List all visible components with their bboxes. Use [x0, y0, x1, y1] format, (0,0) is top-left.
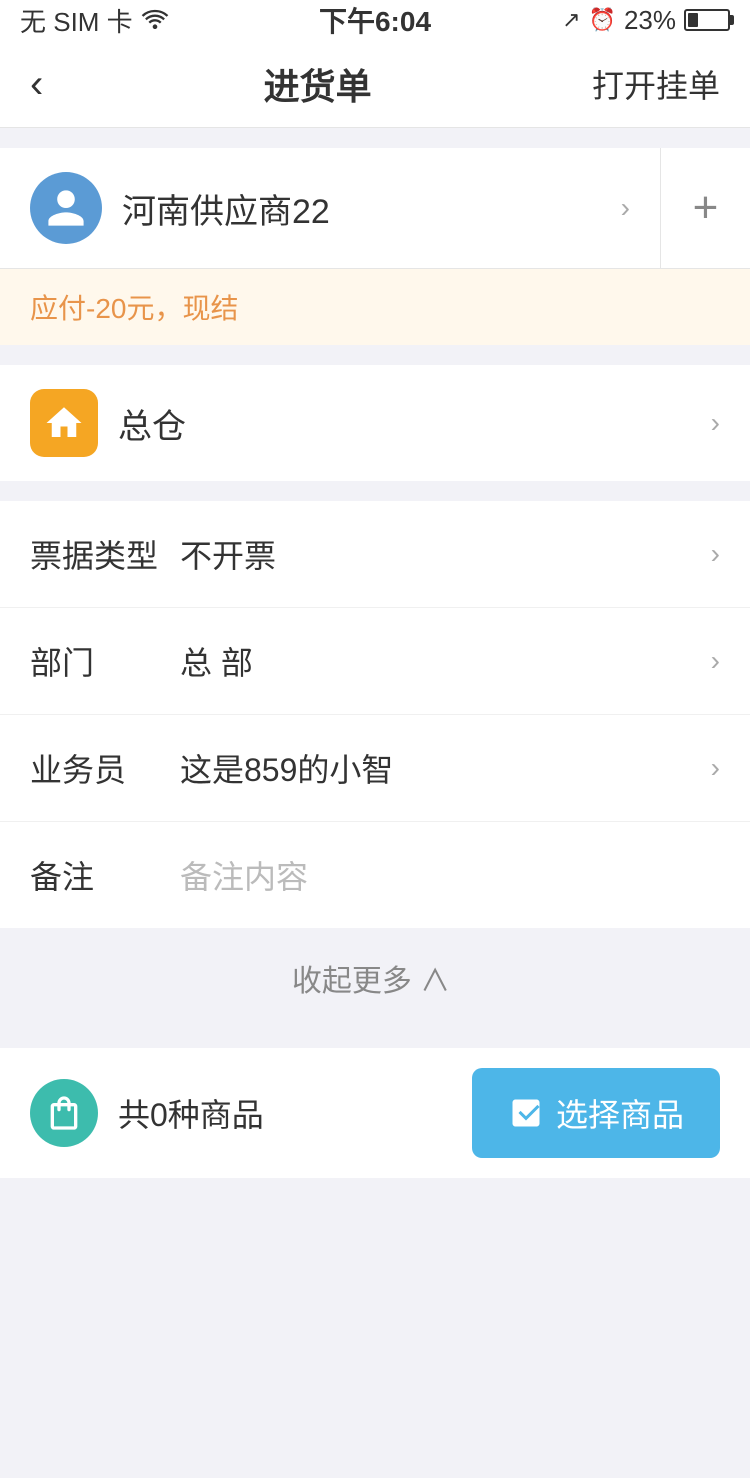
collapse-label: 收起更多 ∧: [292, 956, 450, 1000]
collapse-button[interactable]: 收起更多 ∧: [0, 928, 750, 1028]
supplier-main[interactable]: 河南供应商22 ›: [0, 148, 660, 268]
supplier-name: 河南供应商22: [122, 184, 601, 233]
status-bar: 无 SIM 卡 下午6:04 ↗ ⏰ 23%: [0, 0, 750, 40]
invoice-type-value: 不开票: [170, 531, 711, 577]
add-supplier-button[interactable]: +: [660, 148, 750, 268]
select-product-label: 选择商品: [556, 1090, 684, 1136]
form-row-invoice[interactable]: 票据类型 不开票 ›: [0, 501, 750, 608]
back-button[interactable]: ‹: [30, 64, 43, 104]
department-chevron-icon: ›: [711, 645, 720, 677]
notice-text: 应付-20元，现结: [30, 293, 238, 324]
select-product-button[interactable]: 选择商品: [472, 1068, 720, 1158]
product-icon: [30, 1079, 98, 1147]
status-left: 无 SIM 卡: [20, 2, 169, 39]
warehouse-chevron-icon: ›: [711, 407, 720, 439]
carrier-label: 无 SIM 卡: [20, 2, 133, 39]
notice-banner: 应付-20元，现结: [0, 269, 750, 345]
remark-input[interactable]: 备注内容: [170, 852, 720, 898]
product-count-label: 共0种商品: [118, 1090, 452, 1136]
product-bar: 共0种商品 选择商品: [0, 1048, 750, 1178]
department-value: 总 部: [170, 638, 711, 684]
form-row-salesperson[interactable]: 业务员 这是859的小智 ›: [0, 715, 750, 822]
separator-top: [0, 128, 750, 148]
supplier-section: 河南供应商22 › +: [0, 148, 750, 269]
page-title: 进货单: [264, 58, 372, 110]
warehouse-name: 总仓: [118, 399, 691, 448]
open-pending-button[interactable]: 打开挂单: [592, 61, 720, 107]
status-time: 下午6:04: [319, 0, 431, 40]
alarm-icon: ⏰: [589, 7, 616, 33]
form-section: 票据类型 不开票 › 部门 总 部 › 业务员 这是859的小智 › 备注 备注…: [0, 501, 750, 928]
bottom-fill: [0, 1178, 750, 1478]
salesperson-label: 业务员: [30, 745, 170, 791]
invoice-type-label: 票据类型: [30, 531, 170, 577]
location-icon: ↗: [562, 7, 580, 33]
warehouse-icon-bg: [30, 389, 98, 457]
supplier-chevron-icon: ›: [621, 192, 630, 224]
invoice-chevron-icon: ›: [711, 538, 720, 570]
nav-bar: ‹ 进货单 打开挂单: [0, 40, 750, 128]
battery-percent: 23%: [624, 5, 676, 36]
form-row-department[interactable]: 部门 总 部 ›: [0, 608, 750, 715]
warehouse-section[interactable]: 总仓 ›: [0, 365, 750, 481]
form-row-remark[interactable]: 备注 备注内容: [0, 822, 750, 928]
department-label: 部门: [30, 638, 170, 684]
content: 河南供应商22 › + 应付-20元，现结 总仓 › 票据类型 不开票 › 部门…: [0, 128, 750, 1478]
salesperson-chevron-icon: ›: [711, 752, 720, 784]
wifi-icon: [141, 5, 169, 36]
status-right: ↗ ⏰ 23%: [562, 5, 730, 36]
supplier-avatar: [30, 172, 102, 244]
battery-icon: [684, 9, 730, 31]
remark-label: 备注: [30, 852, 170, 898]
salesperson-value: 这是859的小智: [170, 745, 711, 791]
